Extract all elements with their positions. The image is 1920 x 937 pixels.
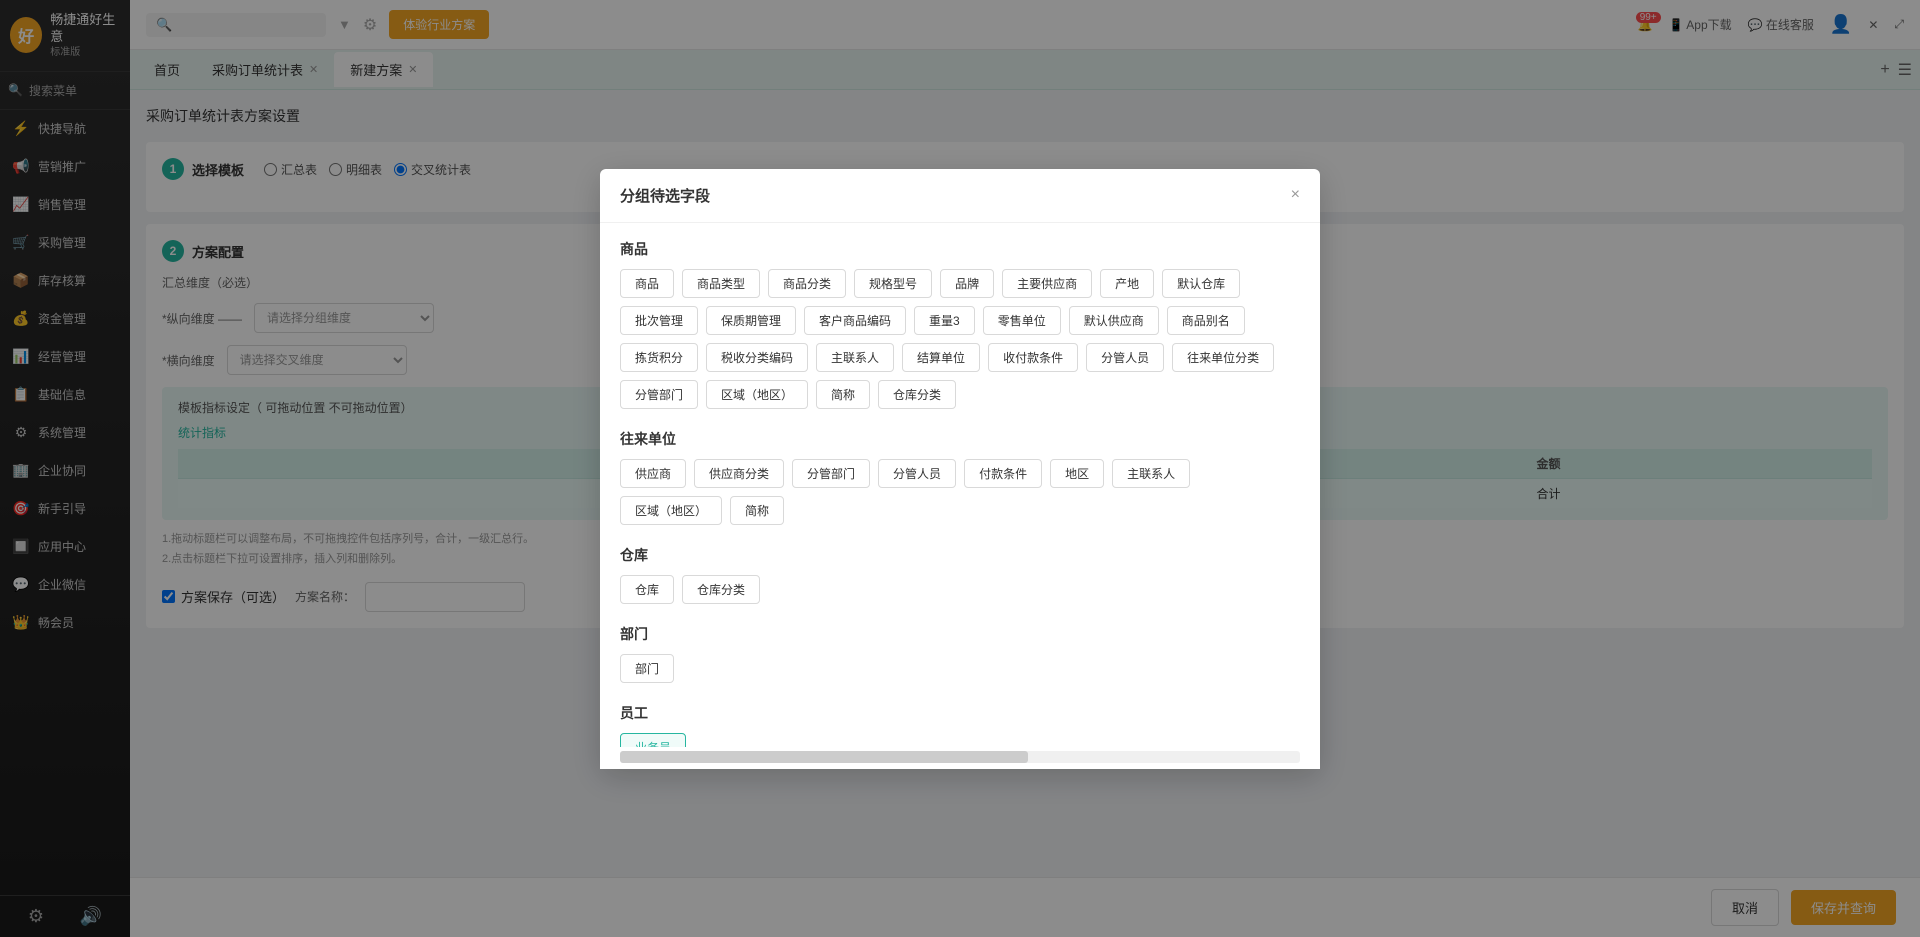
field-group-warehouse-title: 仓库: [620, 545, 1300, 565]
field-tag[interactable]: 默认仓库: [1162, 269, 1240, 298]
field-tag[interactable]: 规格型号: [854, 269, 932, 298]
field-tag[interactable]: 结算单位: [902, 343, 980, 372]
field-tag[interactable]: 部门: [620, 654, 674, 683]
field-tag[interactable]: 零售单位: [983, 306, 1061, 335]
field-tag[interactable]: 商品: [620, 269, 674, 298]
field-tag[interactable]: 供应商: [620, 459, 686, 488]
field-tag-employee[interactable]: 业务员: [620, 733, 686, 747]
field-group-partner-tags: 供应商 供应商分类 分管部门 分管人员 付款条件 地区 主联系人 区域（地区） …: [620, 459, 1300, 525]
field-tag[interactable]: 分管人员: [878, 459, 956, 488]
field-tag[interactable]: 产地: [1100, 269, 1154, 298]
field-tag[interactable]: 税收分类编码: [706, 343, 808, 372]
field-tag[interactable]: 区域（地区）: [620, 496, 722, 525]
modal-hscrollbar[interactable]: [620, 751, 1300, 763]
field-tag[interactable]: 品牌: [940, 269, 994, 298]
field-tag[interactable]: 主联系人: [1112, 459, 1190, 488]
modal-header: 分组待选字段 ×: [600, 169, 1320, 223]
field-group-goods: 商品 商品 商品类型 商品分类 规格型号 品牌 主要供应商 产地 默认仓库 批次…: [620, 239, 1300, 409]
field-tag[interactable]: 批次管理: [620, 306, 698, 335]
field-tag[interactable]: 分管部门: [620, 380, 698, 409]
field-group-warehouse-tags: 仓库 仓库分类: [620, 575, 1300, 604]
field-tag[interactable]: 拣货积分: [620, 343, 698, 372]
field-tag[interactable]: 默认供应商: [1069, 306, 1159, 335]
modal-overlay: 分组待选字段 × 商品 商品 商品类型 商品分类 规格型号 品牌 主要供应商 产…: [0, 0, 1920, 937]
field-tag[interactable]: 主联系人: [816, 343, 894, 372]
field-group-employee-title: 员工: [620, 703, 1300, 723]
field-tag[interactable]: 付款条件: [964, 459, 1042, 488]
field-tag[interactable]: 收付款条件: [988, 343, 1078, 372]
field-tag[interactable]: 往来单位分类: [1172, 343, 1274, 372]
modal-footer-space: [600, 763, 1320, 769]
field-tag[interactable]: 主要供应商: [1002, 269, 1092, 298]
field-tag[interactable]: 分管人员: [1086, 343, 1164, 372]
field-tag[interactable]: 商品分类: [768, 269, 846, 298]
modal-title: 分组待选字段: [620, 185, 710, 206]
field-tag[interactable]: 保质期管理: [706, 306, 796, 335]
field-group-goods-tags: 商品 商品类型 商品分类 规格型号 品牌 主要供应商 产地 默认仓库 批次管理 …: [620, 269, 1300, 409]
field-group-partner-title: 往来单位: [620, 429, 1300, 449]
modal-body: 商品 商品 商品类型 商品分类 规格型号 品牌 主要供应商 产地 默认仓库 批次…: [600, 223, 1320, 747]
field-tag[interactable]: 客户商品编码: [804, 306, 906, 335]
field-group-department-title: 部门: [620, 624, 1300, 644]
field-tag[interactable]: 商品类型: [682, 269, 760, 298]
modal-hscrollbar-thumb[interactable]: [620, 751, 1028, 763]
field-group-warehouse: 仓库 仓库 仓库分类: [620, 545, 1300, 604]
field-tag[interactable]: 仓库: [620, 575, 674, 604]
field-tag[interactable]: 重量3: [914, 306, 975, 335]
field-group-employee: 员工 业务员: [620, 703, 1300, 747]
field-tag[interactable]: 地区: [1050, 459, 1104, 488]
field-tag[interactable]: 仓库分类: [878, 380, 956, 409]
field-group-goods-title: 商品: [620, 239, 1300, 259]
field-group-employee-tags: 业务员: [620, 733, 1300, 747]
modal: 分组待选字段 × 商品 商品 商品类型 商品分类 规格型号 品牌 主要供应商 产…: [600, 169, 1320, 769]
field-tag[interactable]: 供应商分类: [694, 459, 784, 488]
field-group-department-tags: 部门: [620, 654, 1300, 683]
field-tag[interactable]: 仓库分类: [682, 575, 760, 604]
field-tag[interactable]: 商品别名: [1167, 306, 1245, 335]
field-tag[interactable]: 区域（地区）: [706, 380, 808, 409]
field-tag[interactable]: 分管部门: [792, 459, 870, 488]
modal-scrollbar-row: [600, 747, 1320, 763]
field-group-department: 部门 部门: [620, 624, 1300, 683]
field-tag[interactable]: 简称: [816, 380, 870, 409]
modal-close-button[interactable]: ×: [1291, 186, 1300, 204]
field-tag[interactable]: 简称: [730, 496, 784, 525]
field-group-partner: 往来单位 供应商 供应商分类 分管部门 分管人员 付款条件 地区 主联系人 区域…: [620, 429, 1300, 525]
